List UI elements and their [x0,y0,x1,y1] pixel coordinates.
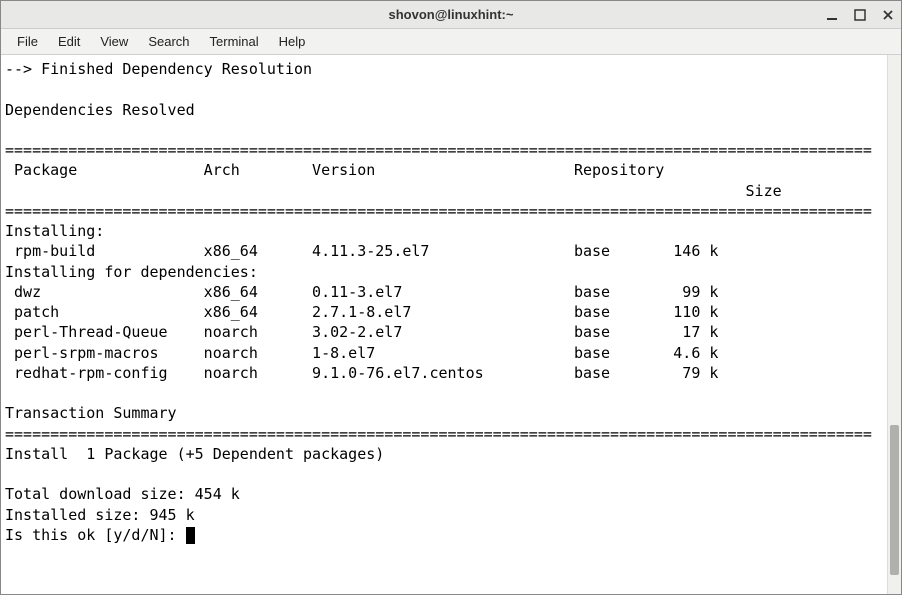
terminal-output[interactable]: --> Finished Dependency Resolution Depen… [1,55,901,594]
maximize-button[interactable] [853,8,867,22]
row-redhat-rpm-config: redhat-rpm-config noarch 9.1.0-76.el7.ce… [5,364,718,382]
window-controls [825,1,895,28]
line-installing-deps: Installing for dependencies: [5,263,258,281]
row-perl-thread-queue: perl-Thread-Queue noarch 3.02-2.el7 base… [5,323,718,341]
scrollbar-thumb[interactable] [890,425,899,575]
line-prompt: Is this ok [y/d/N]: [5,526,186,544]
window-title: shovon@linuxhint:~ [389,7,514,22]
line-header-1: Package Arch Version Repository [5,161,664,179]
line-tx-summary: Transaction Summary [5,404,177,422]
titlebar: shovon@linuxhint:~ [1,1,901,29]
row-rpm-build: rpm-build x86_64 4.11.3-25.el7 base 146 … [5,242,718,260]
line-finished: --> Finished Dependency Resolution [5,60,312,78]
menu-edit[interactable]: Edit [48,31,90,52]
minimize-button[interactable] [825,8,839,22]
menu-search[interactable]: Search [138,31,199,52]
line-inst-size: Installed size: 945 k [5,506,195,524]
row-perl-srpm-macros: perl-srpm-macros noarch 1-8.el7 base 4.6… [5,344,718,362]
line-deps-resolved: Dependencies Resolved [5,101,195,119]
row-patch: patch x86_64 2.7.1-8.el7 base 110 k [5,303,718,321]
row-dwz: dwz x86_64 0.11-3.el7 base 99 k [5,283,718,301]
line-header-2: Size [5,182,782,200]
line-rule: ========================================… [5,202,872,220]
line-rule: ========================================… [5,141,872,159]
menu-view[interactable]: View [90,31,138,52]
line-install: Install 1 Package (+5 Dependent packages… [5,445,384,463]
line-dl-size: Total download size: 454 k [5,485,240,503]
menu-file[interactable]: File [7,31,48,52]
line-rule: ========================================… [5,425,872,443]
menu-terminal[interactable]: Terminal [200,31,269,52]
scrollbar-track[interactable] [887,55,901,594]
menubar: File Edit View Search Terminal Help [1,29,901,55]
terminal-cursor [186,527,195,544]
menu-help[interactable]: Help [269,31,316,52]
line-installing: Installing: [5,222,104,240]
close-button[interactable] [881,8,895,22]
